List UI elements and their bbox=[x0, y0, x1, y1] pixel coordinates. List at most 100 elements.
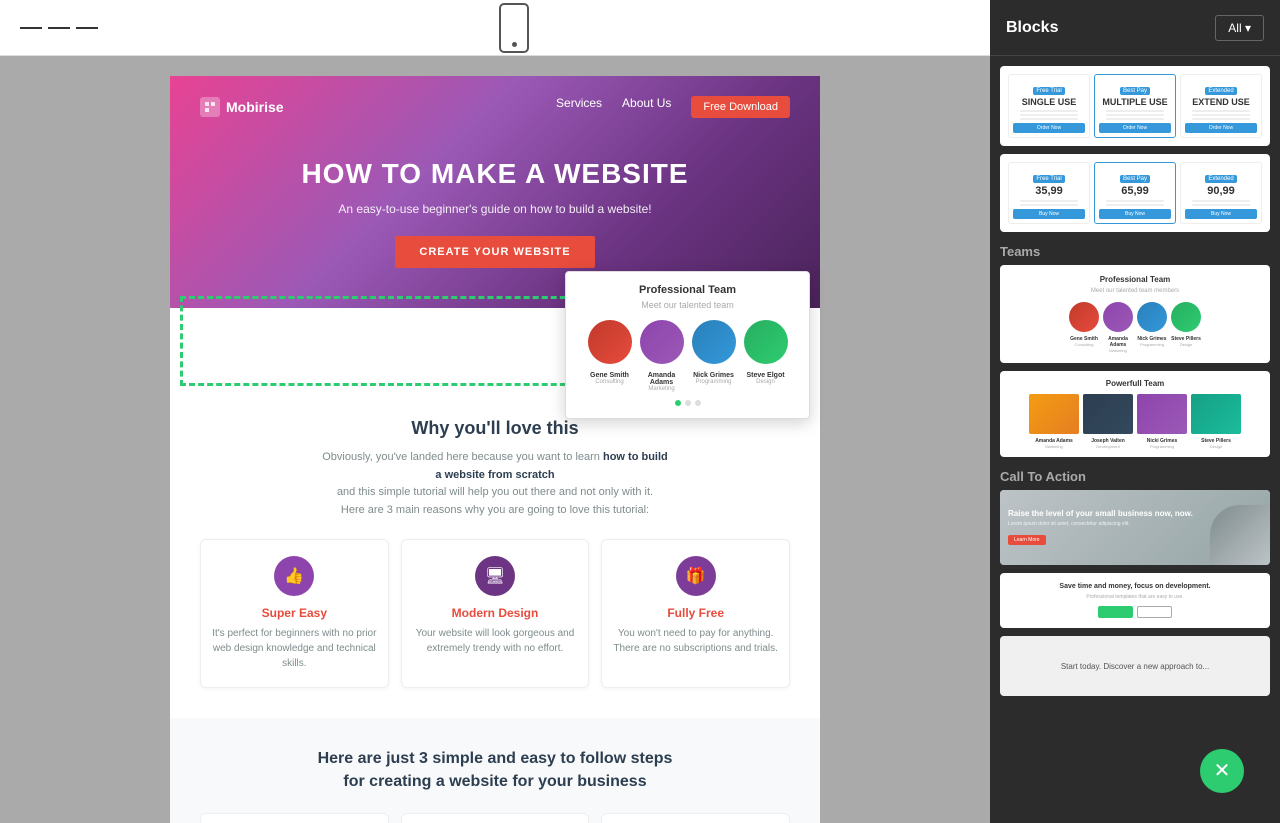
steps-list: Choose a template Customize your project bbox=[200, 813, 790, 823]
feature-title-2: Modern Design bbox=[412, 606, 579, 620]
hamburger-icon bbox=[76, 27, 98, 29]
team-member-1: Gene Smith Consulting bbox=[588, 372, 632, 392]
pricing-cols-2: Free Trial 35,99 Buy Now Best Pay 65,99 … bbox=[1008, 162, 1262, 224]
nav-about[interactable]: About Us bbox=[622, 96, 671, 118]
nav-bar: Mobirise Services About Us Free Download bbox=[200, 96, 790, 118]
team-member-1-role: Consulting bbox=[588, 379, 632, 385]
panel-title: Blocks bbox=[1006, 19, 1058, 37]
cta-thumb-3-text: Start today. Discover a new approach to.… bbox=[1053, 654, 1217, 679]
nav-links: Services About Us Free Download bbox=[556, 96, 790, 118]
cta-heading-2: Save time and money, focus on developmen… bbox=[1010, 583, 1260, 590]
website-preview: Mobirise Services About Us Free Download… bbox=[170, 76, 820, 803]
canvas-area: Mobirise Services About Us Free Download… bbox=[0, 56, 990, 823]
feature-title-3: Fully Free bbox=[612, 606, 779, 620]
feature-card-3: 🎁 Fully Free You won't need to pay for a… bbox=[601, 539, 790, 688]
carousel-dot-2[interactable] bbox=[685, 400, 691, 406]
feature-title-1: Super Easy bbox=[211, 606, 378, 620]
team2-member-4: Steve Pillers Design bbox=[1191, 438, 1241, 449]
cta2-btn-secondary[interactable] bbox=[1137, 606, 1172, 618]
team-member-2-name: Amanda Adams bbox=[640, 372, 684, 386]
hamburger-menu[interactable] bbox=[20, 24, 98, 32]
team2-member-3: Nicki Grimes Programming bbox=[1137, 438, 1187, 449]
hamburger-icon bbox=[48, 27, 70, 29]
pricing-col-1: Free Trial SINGLE USE Order Now bbox=[1008, 74, 1090, 138]
team-thumb-title-1: Professional Team bbox=[1008, 275, 1262, 284]
nav-services[interactable]: Services bbox=[556, 96, 602, 118]
close-button[interactable]: ✕ bbox=[1200, 749, 1244, 793]
pricing-col-2-3: Extended 90,99 Buy Now bbox=[1180, 162, 1262, 224]
team-popup-title: Professional Team bbox=[578, 284, 797, 296]
team-thumb-av-4 bbox=[1171, 302, 1201, 332]
logo: Mobirise bbox=[200, 97, 284, 117]
team-member-3: Nick Grimes Programming bbox=[692, 372, 736, 392]
device-preview-toggle[interactable] bbox=[499, 3, 529, 53]
team-popup: Professional Team Meet our talented team… bbox=[565, 271, 810, 419]
hero-title: HOW TO MAKE A WEBSITE bbox=[200, 158, 790, 190]
phone-dot bbox=[512, 42, 517, 47]
team2-img-3 bbox=[1137, 394, 1187, 434]
team2-img-4 bbox=[1191, 394, 1241, 434]
logo-icon bbox=[200, 97, 220, 117]
team-carousel-dots bbox=[578, 400, 797, 406]
nav-download-btn[interactable]: Free Download bbox=[691, 96, 790, 118]
cta-section-label: Call To Action bbox=[1000, 469, 1270, 484]
team-thumb-2-inner: Powerfull Team Amanda Adams Marketing Jo… bbox=[1000, 371, 1270, 457]
team-thumb-names-1: Gene Smith Consulting Amanda Adams Marke… bbox=[1008, 336, 1262, 353]
team-member-2-role: Marketing bbox=[640, 386, 684, 392]
team-member-1-name: Gene Smith bbox=[588, 372, 632, 379]
teams-section-label: Teams bbox=[1000, 244, 1270, 259]
feature-icon-3: 🎁 bbox=[676, 556, 716, 596]
team-block-thumb-2[interactable]: Powerfull Team Amanda Adams Marketing Jo… bbox=[1000, 371, 1270, 457]
team-avatars bbox=[578, 320, 797, 364]
team-avatar-3 bbox=[692, 320, 736, 364]
team-block-thumb-1[interactable]: Professional Team Meet our talented team… bbox=[1000, 265, 1270, 363]
why-section: Why you'll love this Obviously, you've l… bbox=[170, 388, 820, 718]
cta-btn-1: Learn More bbox=[1008, 535, 1046, 545]
steps-title: Here are just 3 simple and easy to follo… bbox=[200, 748, 790, 793]
feature-card-1: 👍 Super Easy It's perfect for beginners … bbox=[200, 539, 389, 688]
cta-block-thumb-2[interactable]: Save time and money, focus on developmen… bbox=[1000, 573, 1270, 628]
feature-desc-1: It's perfect for beginners with no prior… bbox=[211, 626, 378, 671]
team-thumb-member-1: Gene Smith Consulting bbox=[1069, 336, 1099, 353]
team-member-3-role: Programming bbox=[692, 379, 736, 385]
team-thumb-1-inner: Professional Team Meet our talented team… bbox=[1000, 265, 1270, 363]
logo-svg bbox=[204, 101, 216, 113]
pricing-block-thumb-1[interactable]: Free Trial SINGLE USE Order Now Best Pay… bbox=[1000, 66, 1270, 146]
pricing-cols: Free Trial SINGLE USE Order Now Best Pay… bbox=[1008, 74, 1262, 138]
feature-icon-1: 👍 bbox=[274, 556, 314, 596]
logo-text: Mobirise bbox=[226, 99, 284, 115]
cta2-btn-primary[interactable] bbox=[1098, 606, 1133, 618]
cta-block-thumb-3[interactable]: Start today. Discover a new approach to.… bbox=[1000, 636, 1270, 696]
cta-thumb-2-inner: Save time and money, focus on developmen… bbox=[1000, 573, 1270, 628]
hamburger-icon bbox=[20, 27, 42, 29]
team-thumb-sub-1: Meet our talented team members bbox=[1008, 288, 1262, 294]
team-popup-sub: Meet our talented team bbox=[578, 300, 797, 310]
team2-member-2: Joseph Valten Development bbox=[1083, 438, 1133, 449]
pricing-col-2-2: Best Pay 65,99 Buy Now bbox=[1094, 162, 1176, 224]
right-panel: Blocks All ▾ Free Trial SINGLE USE Order… bbox=[990, 0, 1280, 823]
team-thumb-member-3: Nick Grimes Programming bbox=[1137, 336, 1167, 353]
why-desc: Obviously, you've landed here because yo… bbox=[200, 449, 790, 519]
panel-header: Blocks All ▾ bbox=[990, 0, 1280, 56]
step-card-2: Customize your project bbox=[401, 813, 590, 823]
feature-card-2: 🖥 Modern Design Your website will look g… bbox=[401, 539, 590, 688]
feature-icon-2: 🖥 bbox=[475, 556, 515, 596]
team-member-2: Amanda Adams Marketing bbox=[640, 372, 684, 392]
pricing-block-thumb-2[interactable]: Free Trial 35,99 Buy Now Best Pay 65,99 … bbox=[1000, 154, 1270, 232]
hero-cta-button[interactable]: CREATE YOUR WEBSITE bbox=[395, 236, 594, 268]
carousel-dot-3[interactable] bbox=[695, 400, 701, 406]
team2-member-1: Amanda Adams Marketing bbox=[1029, 438, 1079, 449]
team2-row bbox=[1008, 394, 1262, 434]
team-thumb-av-3 bbox=[1137, 302, 1167, 332]
all-filter-button[interactable]: All ▾ bbox=[1215, 15, 1264, 41]
team-avatar-2 bbox=[640, 320, 684, 364]
team-member-4-name: Steve Elgot bbox=[744, 372, 788, 379]
cta-block-thumb-1[interactable]: Raise the level of your small business n… bbox=[1000, 490, 1270, 565]
carousel-dot-1[interactable] bbox=[675, 400, 681, 406]
cta-sub-2: Professional templates that are easy to … bbox=[1010, 594, 1260, 600]
cta-thumb-1-inner: Raise the level of your small business n… bbox=[1000, 490, 1270, 565]
team-thumb-member-4: Steve Pillers Design bbox=[1171, 336, 1201, 353]
pricing-col-3: Extended EXTEND USE Order Now bbox=[1180, 74, 1262, 138]
team2-img-1 bbox=[1029, 394, 1079, 434]
cta-heading-1: Raise the level of your small business n… bbox=[1008, 509, 1193, 518]
